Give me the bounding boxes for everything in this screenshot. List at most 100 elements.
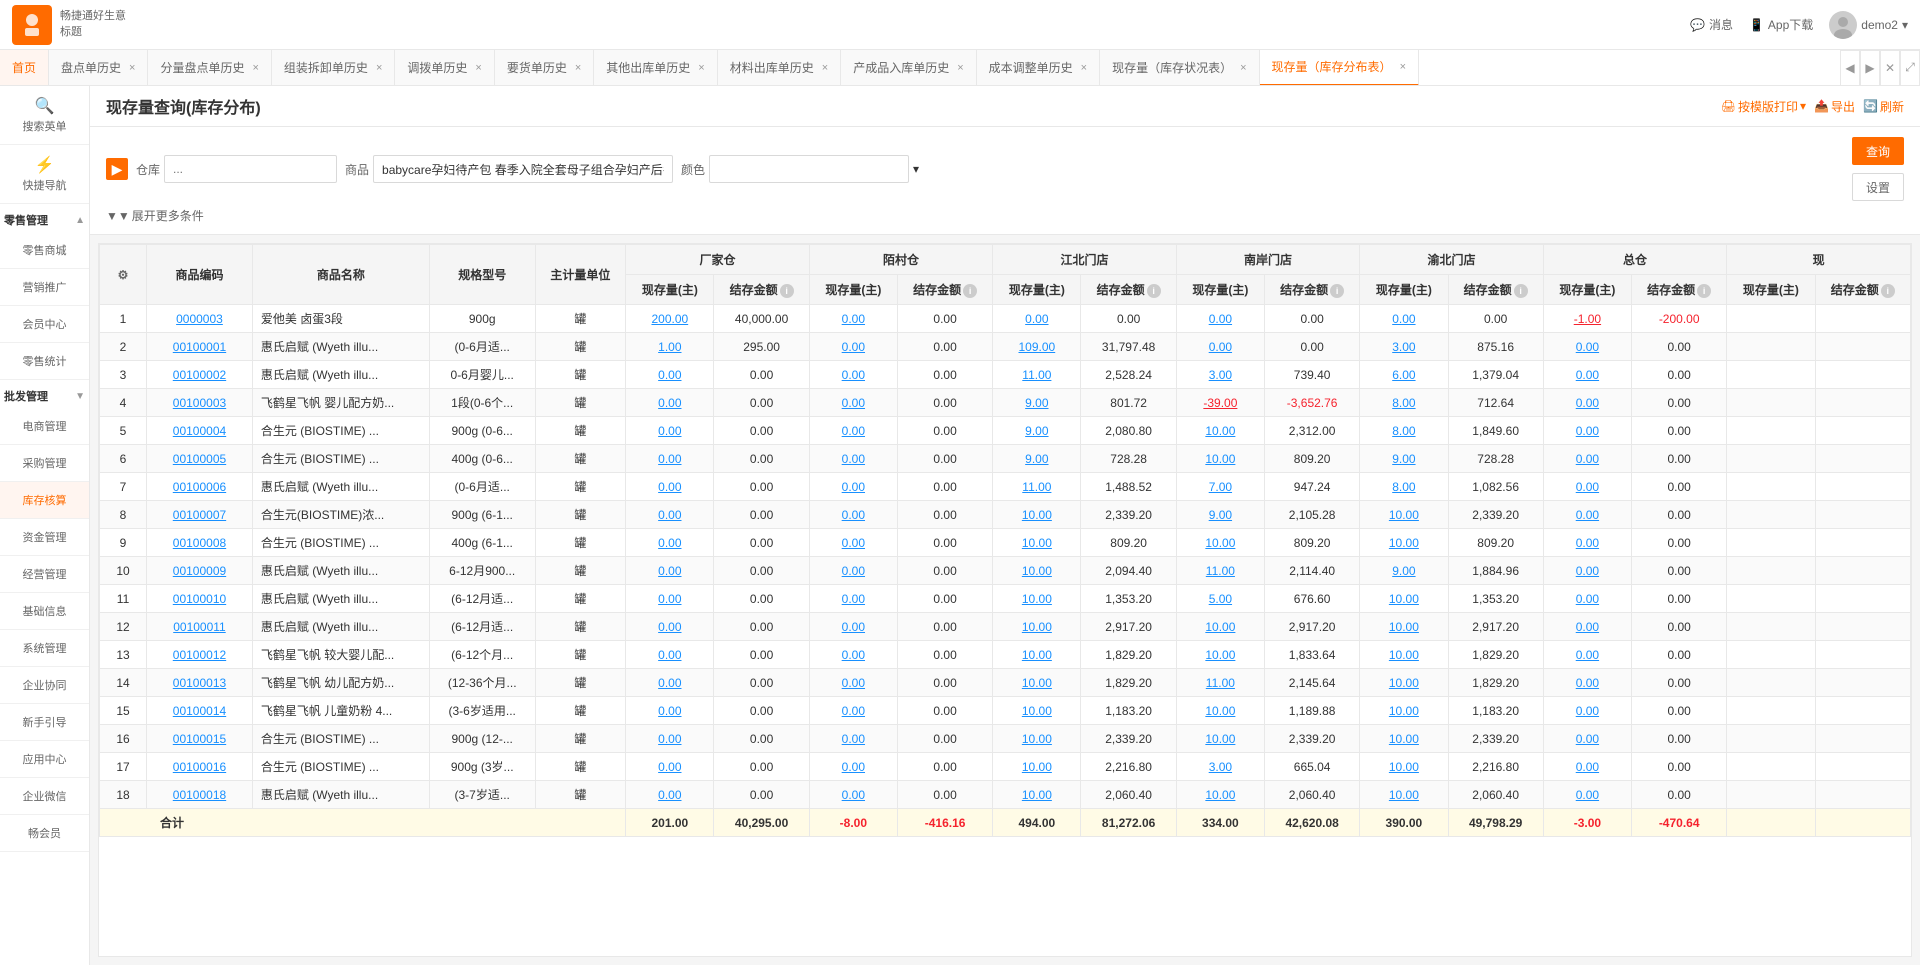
qty-link[interactable]: -39.00 [1203,396,1237,410]
tab-inventory7[interactable]: 材料出库单历史 × [718,50,841,86]
qty-link[interactable]: 10.00 [1389,648,1419,662]
qty-link[interactable]: 0.00 [658,676,681,690]
qty-link[interactable]: 0.00 [1576,480,1599,494]
nav-left-arrow[interactable]: ◀ [1840,50,1860,86]
sidebar-item-purchase[interactable]: 采购管理 [0,445,89,482]
sidebar-item-ecommerce[interactable]: 电商管理 [0,408,89,445]
sidebar-item-retail-store[interactable]: 零售商城 [0,232,89,269]
qty-link[interactable]: 9.00 [1025,396,1048,410]
qty-link[interactable]: 10.00 [1205,648,1235,662]
sidebar-item-retail-stats[interactable]: 零售统计 [0,343,89,380]
qty-link[interactable]: 0.00 [842,648,865,662]
qty-link[interactable]: 0.00 [658,396,681,410]
qty-link[interactable]: 0.00 [842,620,865,634]
info-icon[interactable]: i [1697,284,1711,298]
setting-button[interactable]: 设置 [1852,173,1904,201]
qty-link[interactable]: 0.00 [842,760,865,774]
qty-link[interactable]: 10.00 [1205,424,1235,438]
qty-link[interactable]: 0.00 [1576,732,1599,746]
tab-inventory9[interactable]: 成本调整单历史 × [977,50,1100,86]
tab-inventory1[interactable]: 盘点单历史 × [49,50,148,86]
code-link[interactable]: 00100004 [173,424,226,438]
qty-link[interactable]: 11.00 [1206,676,1235,690]
qty-link[interactable]: 0.00 [1576,340,1599,354]
qty-link[interactable]: 10.00 [1022,536,1052,550]
sidebar-item-search[interactable]: 🔍 搜索英单 [0,86,89,145]
qty-link[interactable]: 11.00 [1022,480,1051,494]
qty-link[interactable]: 10.00 [1022,592,1052,606]
close-icon[interactable]: × [957,62,963,74]
qty-link[interactable]: 10.00 [1022,620,1052,634]
qty-link[interactable]: 9.00 [1025,452,1048,466]
close-icon[interactable]: × [129,62,135,74]
qty-link[interactable]: 0.00 [1576,788,1599,802]
qty-link[interactable]: 0.00 [658,536,681,550]
qty-link[interactable]: 11.00 [1206,564,1235,578]
code-link[interactable]: 00100016 [173,760,226,774]
qty-link[interactable]: 0.00 [842,508,865,522]
qty-link[interactable]: 10.00 [1389,676,1419,690]
qty-link[interactable]: 9.00 [1025,424,1048,438]
sidebar-item-quick[interactable]: ⚡ 快捷导航 [0,145,89,204]
close-icon[interactable]: × [252,62,258,74]
qty-link[interactable]: 0.00 [1209,312,1232,326]
qty-link[interactable]: 8.00 [1392,480,1415,494]
sidebar-group-wholesale[interactable]: 批发管理 ▼ [0,380,89,408]
qty-link[interactable]: 0.00 [842,368,865,382]
qty-link[interactable]: 0.00 [658,760,681,774]
close-icon[interactable]: × [376,62,382,74]
close-icon[interactable]: × [475,62,481,74]
qty-link[interactable]: 0.00 [658,508,681,522]
qty-link[interactable]: 0.00 [1576,424,1599,438]
qty-link[interactable]: 0.00 [842,312,865,326]
qty-link[interactable]: 0.00 [842,676,865,690]
sidebar-item-wxwork[interactable]: 企业微信 [0,778,89,815]
qty-link[interactable]: 0.00 [842,592,865,606]
qty-link[interactable]: 0.00 [1576,620,1599,634]
qty-link[interactable]: 0.00 [1576,676,1599,690]
qty-link[interactable]: 10.00 [1389,732,1419,746]
code-link[interactable]: 00100014 [173,704,226,718]
sidebar-item-inventory[interactable]: 库存核算 [0,482,89,519]
app-download-button[interactable]: 📱 App下载 [1749,16,1813,33]
qty-link[interactable]: 0.00 [1576,564,1599,578]
qty-link[interactable]: 0.00 [1576,648,1599,662]
qty-link[interactable]: 10.00 [1022,648,1052,662]
product-input[interactable] [373,155,673,183]
qty-link[interactable]: 1.00 [658,340,681,354]
qty-link[interactable]: 10.00 [1205,788,1235,802]
nav-close-all[interactable]: ✕ [1880,50,1900,86]
sidebar-item-enterprise[interactable]: 企业协同 [0,667,89,704]
qty-link[interactable]: 5.00 [1209,592,1232,606]
qty-link[interactable]: 0.00 [658,788,681,802]
qty-link[interactable]: 10.00 [1389,536,1419,550]
warehouse-input[interactable] [164,155,337,183]
qty-link[interactable]: 10.00 [1389,760,1419,774]
qty-link[interactable]: 3.00 [1392,340,1415,354]
qty-link[interactable]: 9.00 [1209,508,1232,522]
qty-link[interactable]: 10.00 [1022,508,1052,522]
qty-link[interactable]: 200.00 [651,312,688,326]
tab-inventory11[interactable]: 现存量（库存分布表） × [1260,50,1419,86]
close-icon[interactable]: × [575,62,581,74]
code-link[interactable]: 00100010 [173,592,226,606]
qty-link[interactable]: 0.00 [658,452,681,466]
qty-link[interactable]: 0.00 [658,620,681,634]
collapse-toggle[interactable]: ▶ [106,158,128,180]
qty-link[interactable]: 10.00 [1389,508,1419,522]
qty-link[interactable]: 0.00 [658,732,681,746]
qty-link[interactable]: 0.00 [658,648,681,662]
info-icon[interactable]: i [1514,284,1528,298]
qty-link[interactable]: 0.00 [1576,760,1599,774]
code-link[interactable]: 00100012 [173,648,226,662]
tab-inventory3[interactable]: 组装拆卸单历史 × [272,50,395,86]
qty-link[interactable]: 10.00 [1205,452,1235,466]
sidebar-item-marketing[interactable]: 营销推广 [0,269,89,306]
sidebar-item-guide[interactable]: 新手引导 [0,704,89,741]
qty-link[interactable]: 0.00 [842,480,865,494]
sidebar-item-system[interactable]: 系统管理 [0,630,89,667]
qty-link[interactable]: 10.00 [1205,536,1235,550]
code-link[interactable]: 0000003 [176,312,223,326]
qty-link[interactable]: 0.00 [1576,704,1599,718]
qty-link[interactable]: 10.00 [1205,732,1235,746]
